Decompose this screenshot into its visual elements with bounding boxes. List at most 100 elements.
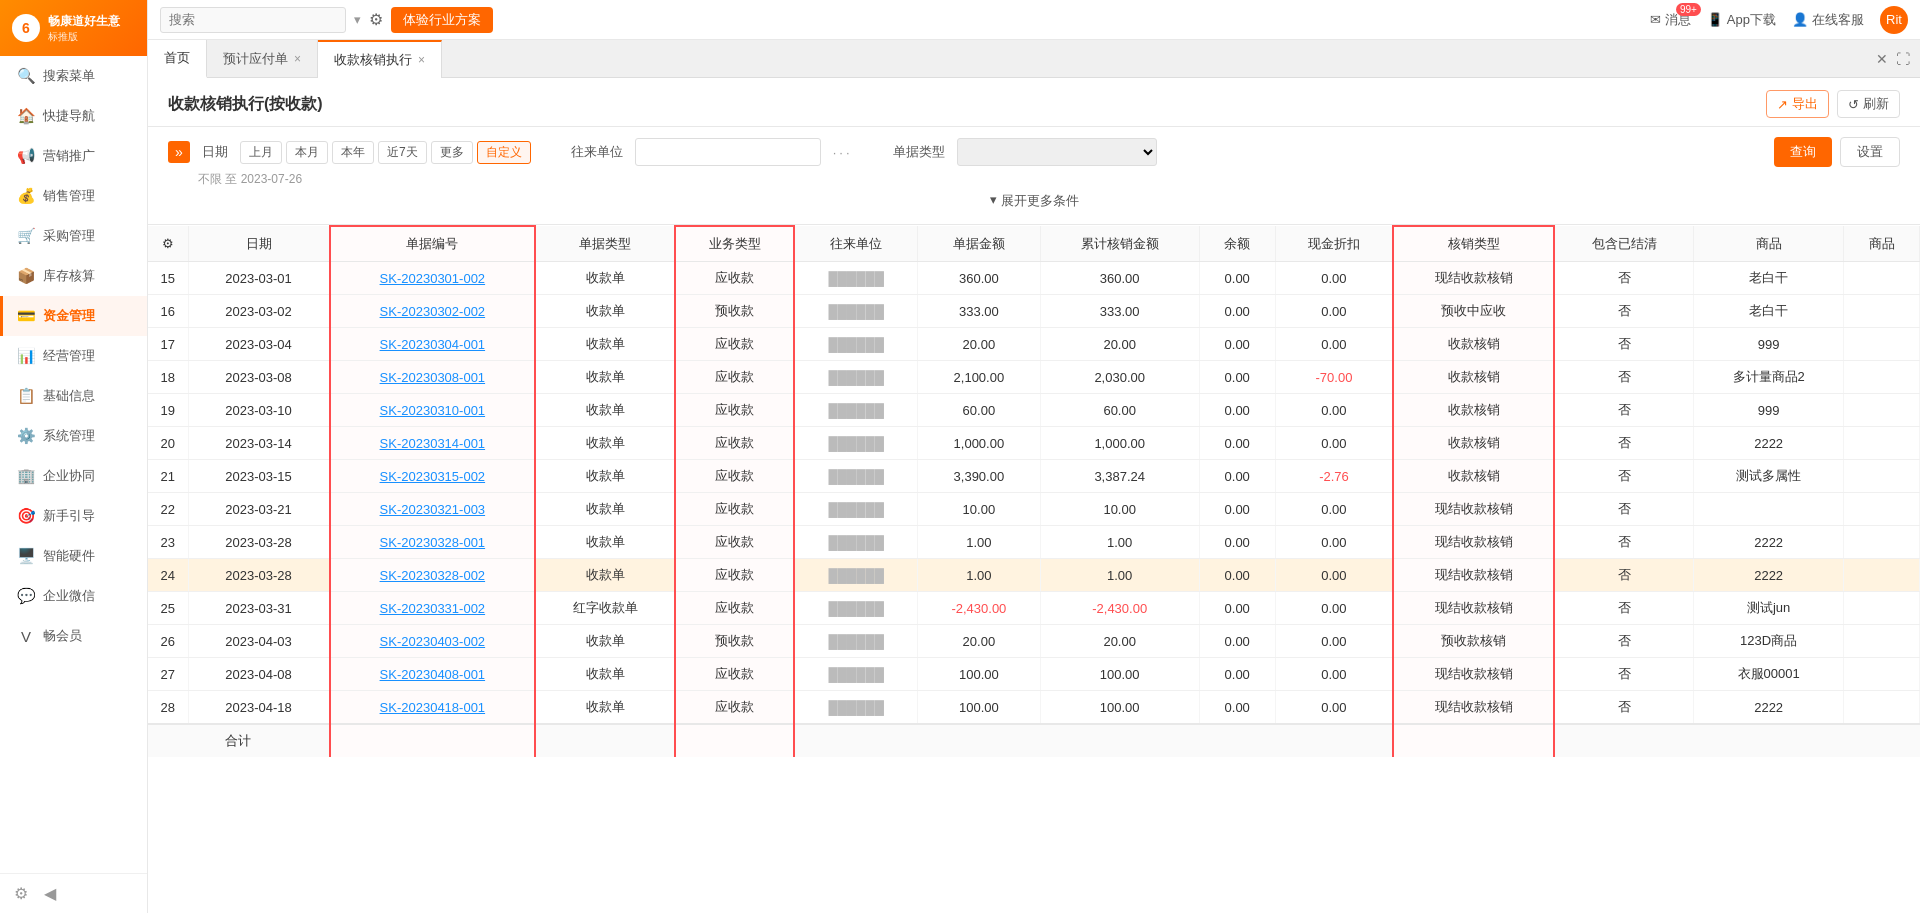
sidebar-item-quick[interactable]: 🏠快捷导航 [0,96,147,136]
cell-biz-type: 应收款 [675,691,794,725]
footer-amount [918,724,1040,757]
sidebar-item-member[interactable]: V畅会员 [0,616,147,656]
cell-included: 否 [1554,592,1693,625]
cell-verified: -2,430.00 [1040,592,1199,625]
sidebar-item-ops[interactable]: 📊经营管理 [0,336,147,376]
cell-doc-no: SK-20230308-001 [330,361,535,394]
table-row: 22 2023-03-21 SK-20230321-003 收款单 应收款 ██… [148,493,1920,526]
sidebar-item-guide[interactable]: 🎯新手引导 [0,496,147,536]
sidebar-item-sales[interactable]: 💰销售管理 [0,176,147,216]
sidebar-label-sales: 销售管理 [43,187,95,205]
partner-input[interactable] [635,138,821,166]
footer-biz-type [675,724,794,757]
cell-doc-type: 收款单 [535,625,675,658]
footer-balance [1199,724,1275,757]
cell-partner: ██████ [794,493,918,526]
message-button[interactable]: ✉ 消息 99+ [1650,11,1691,29]
data-table-wrapper[interactable]: ⚙ 日期 单据编号 单据类型 业务类型 往来单位 单据金额 累计核销金额 余额 … [148,225,1920,913]
tab-verify[interactable]: 收款核销执行× [318,40,442,78]
doc-link[interactable]: SK-20230328-002 [380,568,486,583]
col-goods2: 商品 [1844,226,1920,262]
doc-link[interactable]: SK-20230314-001 [380,436,486,451]
sidebar-label-wechat: 企业微信 [43,587,95,605]
app-download-button[interactable]: 📱 App下载 [1707,11,1776,29]
sidebar-item-stock[interactable]: 📦库存核算 [0,256,147,296]
footer-partner [794,724,918,757]
tabs-right-actions: ✕ ⛶ [1876,51,1920,67]
close-tab-icon[interactable]: ✕ [1876,51,1888,67]
cell-balance: 0.00 [1199,493,1275,526]
doc-link[interactable]: SK-20230308-001 [380,370,486,385]
sidebar-item-wechat[interactable]: 💬企业微信 [0,576,147,616]
search-input[interactable] [160,7,346,33]
doc-link[interactable]: SK-20230315-002 [380,469,486,484]
date-this-month-btn[interactable]: 本月 [286,141,328,164]
doc-link[interactable]: SK-20230408-001 [380,667,486,682]
date-more-btn[interactable]: 更多 [431,141,473,164]
cell-verified: 1,000.00 [1040,427,1199,460]
doc-link[interactable]: SK-20230321-003 [380,502,486,517]
sidebar-item-corp[interactable]: 🏢企业协同 [0,456,147,496]
sidebar-item-search[interactable]: 🔍搜索菜单 [0,56,147,96]
page-content: 收款核销执行(按收款) ↗ 导出 ↺ 刷新 » 日期 上月 本月 [148,78,1920,913]
export-icon: ↗ [1777,97,1788,112]
settings-gear-icon[interactable]: ⚙ [369,10,383,29]
collapse-icon[interactable]: ◀ [44,884,56,903]
solution-button[interactable]: 体验行业方案 [391,7,493,33]
tab-close-prepay[interactable]: × [294,52,301,66]
date-custom-btn[interactable]: 自定义 [477,141,531,164]
date-7days-btn[interactable]: 近7天 [378,141,427,164]
cell-idx: 21 [148,460,188,493]
filter-setting-button[interactable]: 设置 [1840,137,1900,167]
cell-verify-type: 收款核销 [1393,328,1554,361]
cell-biz-type: 应收款 [675,361,794,394]
refresh-button[interactable]: ↺ 刷新 [1837,90,1900,118]
service-icon: 👤 [1792,12,1808,27]
query-button[interactable]: 查询 [1774,137,1832,167]
user-avatar[interactable]: Rit [1880,6,1908,34]
doc-link[interactable]: SK-20230310-001 [380,403,486,418]
filter-toggle-button[interactable]: » [168,141,190,163]
sidebar-label-hardware: 智能硬件 [43,547,95,565]
sidebar-item-marketing[interactable]: 📢营销推广 [0,136,147,176]
cell-verify-type: 收款核销 [1393,361,1554,394]
refresh-icon: ↺ [1848,97,1859,112]
sidebar-item-finance[interactable]: 💳资金管理 [0,296,147,336]
table-row: 26 2023-04-03 SK-20230403-002 收款单 预收款 ██… [148,625,1920,658]
maximize-tab-icon[interactable]: ⛶ [1896,51,1910,67]
tab-prepay[interactable]: 预计应付单× [207,40,318,78]
search-chevron-icon[interactable]: ▾ [354,12,361,27]
filter-bar: » 日期 上月 本月 本年 近7天 更多 自定义 往来单位 ··· 单据类型 [148,127,1920,225]
online-service-button[interactable]: 👤 在线客服 [1792,11,1864,29]
export-button[interactable]: ↗ 导出 [1766,90,1829,118]
cell-doc-type: 收款单 [535,328,675,361]
expand-filter-button[interactable]: ▾ 展开更多条件 [168,188,1900,214]
cell-date: 2023-04-08 [188,658,330,691]
doc-link[interactable]: SK-20230403-002 [380,634,486,649]
doc-link[interactable]: SK-20230302-002 [380,304,486,319]
cell-amount: -2,430.00 [918,592,1040,625]
date-last-month-btn[interactable]: 上月 [240,141,282,164]
tab-home[interactable]: 首页 [148,40,207,78]
doc-link[interactable]: SK-20230328-001 [380,535,486,550]
doc-link[interactable]: SK-20230301-002 [380,271,486,286]
cell-included: 否 [1554,493,1693,526]
sidebar-item-purchase[interactable]: 🛒采购管理 [0,216,147,256]
footer-included [1554,724,1693,757]
tab-close-verify[interactable]: × [418,53,425,67]
col-included: 包含已结清 [1554,226,1693,262]
doc-type-select[interactable] [957,138,1157,166]
sidebar-item-system[interactable]: ⚙️系统管理 [0,416,147,456]
sidebar-item-base[interactable]: 📋基础信息 [0,376,147,416]
doc-link[interactable]: SK-20230304-001 [380,337,486,352]
sidebar-item-hardware[interactable]: 🖥️智能硬件 [0,536,147,576]
date-this-year-btn[interactable]: 本年 [332,141,374,164]
table-row: 17 2023-03-04 SK-20230304-001 收款单 应收款 ██… [148,328,1920,361]
message-icon: ✉ [1650,12,1661,27]
doc-link[interactable]: SK-20230418-001 [380,700,486,715]
logo-text-block: 畅康道好生意 标推版 [48,13,120,44]
footer-discount [1275,724,1393,757]
settings-icon[interactable]: ⚙ [14,884,28,903]
table-header-row: ⚙ 日期 单据编号 单据类型 业务类型 往来单位 单据金额 累计核销金额 余额 … [148,226,1920,262]
doc-link[interactable]: SK-20230331-002 [380,601,486,616]
